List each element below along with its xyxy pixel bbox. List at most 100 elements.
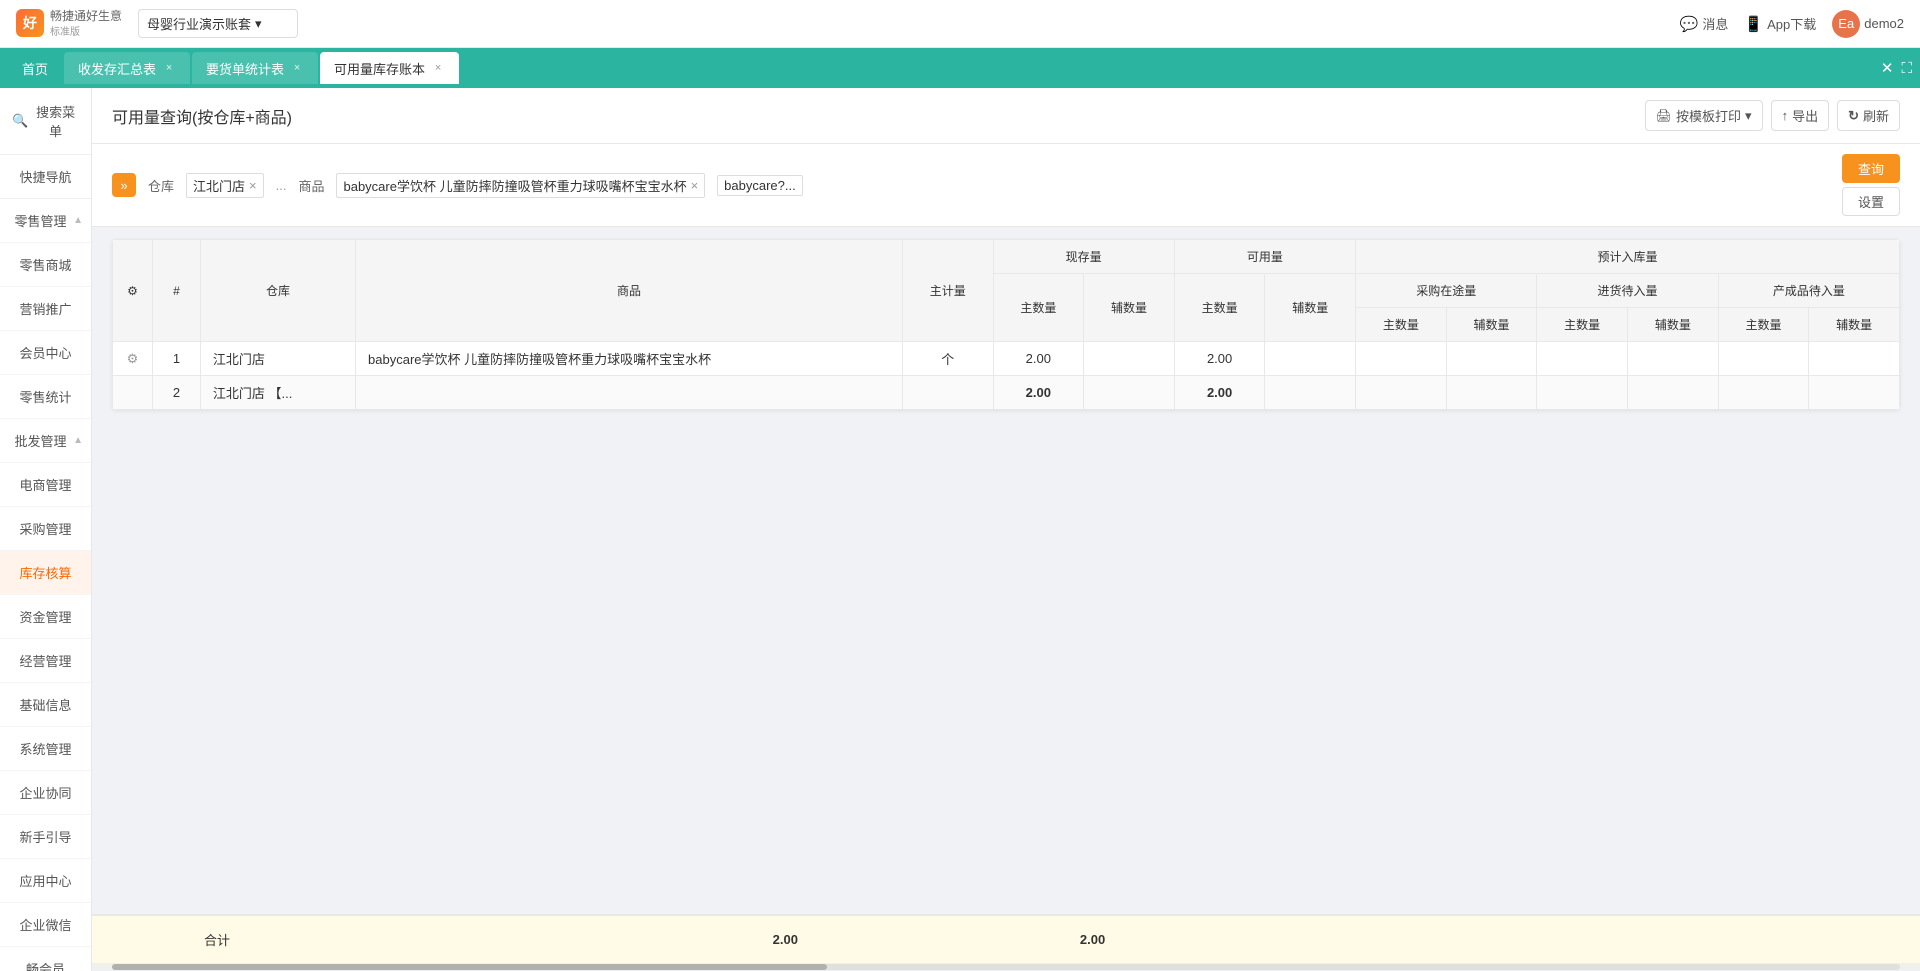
fullscreen-icon[interactable]: ⛶ [1901, 60, 1912, 77]
gear-header: ⚙ [113, 240, 153, 342]
sidebar-item-wholesale[interactable]: 批发管理 ▲ [0, 419, 91, 463]
purchase-aux-header: 辅数量 [1446, 308, 1537, 342]
sidebar-item-app-center[interactable]: 应用中心 [0, 859, 91, 903]
app-download-button[interactable]: App下载 [1744, 14, 1816, 33]
close-window-icon[interactable]: ✕ [1881, 59, 1894, 77]
sidebar-item-marketing[interactable]: 营销推广 [0, 287, 91, 331]
sidebar-search-area: 搜索菜单 [0, 88, 91, 155]
expand-icon: ▲ [73, 435, 83, 446]
tab-available-stock[interactable]: 可用量库存账本 [320, 52, 459, 84]
table-container: ⚙ # 仓库 商品 主计量 现存量 可用量 预计入库量 主数量 辅数量 [112, 239, 1900, 410]
setting-button[interactable]: 设置 [1842, 187, 1900, 216]
tab-label: 要货单统计表 [206, 59, 284, 78]
row-available-aux [1265, 376, 1356, 410]
row-unit [902, 376, 993, 410]
tab-collection-summary[interactable]: 收发存汇总表 [64, 52, 190, 84]
query-button[interactable]: 查询 [1842, 154, 1900, 183]
forecast-header: 预计入库量 [1356, 240, 1900, 274]
logo-icon: 好 [16, 9, 44, 37]
sidebar-item-member-center[interactable]: 会员中心 [0, 331, 91, 375]
company-selector[interactable]: 母婴行业演示账套 [138, 9, 298, 38]
warehouse-tag-close[interactable] [249, 178, 257, 193]
summary-current-aux [889, 924, 990, 955]
sidebar-item-ecommerce[interactable]: 电商管理 [0, 463, 91, 507]
row-available-main: 2.00 [1174, 376, 1265, 410]
purchase-transit-header: 采购在途量 [1356, 274, 1537, 308]
row-purchase-aux [1446, 376, 1537, 410]
tab-home[interactable]: 首页 [8, 59, 62, 78]
tab-close-icon[interactable] [290, 61, 304, 75]
row-index: 2 [153, 376, 201, 410]
table-row: ⚙ 1 江北门店 babycare学饮杯 儿童防摔防撞吸管杯重力球吸嘴杯宝宝水杯… [113, 342, 1900, 376]
sidebar-item-retail-mall[interactable]: 零售商城 [0, 243, 91, 287]
msg-button[interactable]: 消息 [1680, 14, 1729, 33]
sidebar-item-enterprise-wechat[interactable]: 企业微信 [0, 903, 91, 947]
current-aux-header: 辅数量 [1084, 274, 1175, 342]
filter-more-icon[interactable]: ... [276, 178, 287, 193]
sidebar-item-basic-info[interactable]: 基础信息 [0, 683, 91, 727]
user-menu[interactable]: Ea demo2 [1832, 10, 1904, 38]
sidebar-item-finance[interactable]: 资金管理 [0, 595, 91, 639]
tab-label: 收发存汇总表 [78, 59, 156, 78]
row-product [356, 376, 903, 410]
scrollbar-thumb[interactable] [112, 964, 827, 970]
row-incoming-aux [1628, 376, 1719, 410]
sidebar: 搜索菜单 快捷导航 零售管理 ▲ 零售商城 营销推广 会员中心 零售统计 批发管… [0, 88, 92, 971]
tab-controls: ✕ ⛶ [1881, 59, 1920, 77]
summary-col [1397, 924, 1498, 955]
refresh-label: 刷新 [1863, 106, 1889, 125]
sidebar-item-system[interactable]: 系统管理 [0, 727, 91, 771]
msg-label: 消息 [1702, 14, 1728, 33]
incoming-header: 进货待入量 [1537, 274, 1718, 308]
export-button[interactable]: 导出 [1771, 100, 1830, 131]
available-main-header: 主数量 [1174, 274, 1265, 342]
filter-expand-button[interactable]: » [112, 173, 136, 197]
serial-header: # [153, 240, 201, 342]
summary-table: 合计 2.00 2.00 [112, 924, 1900, 955]
quick-nav-button[interactable]: 快捷导航 [8, 161, 83, 192]
current-stock-header: 现存量 [993, 240, 1174, 274]
product-tag-2: babycare?... [717, 175, 803, 196]
row-incoming-aux [1628, 342, 1719, 376]
tab-close-icon[interactable] [431, 61, 445, 75]
tab-close-icon[interactable] [162, 61, 176, 75]
summary-col [1196, 924, 1297, 955]
product-tag-close[interactable] [691, 178, 699, 193]
top-bar-right: 消息 App下载 Ea demo2 [1680, 10, 1904, 38]
row-incoming-main [1537, 342, 1628, 376]
sidebar-item-retail-statistics[interactable]: 零售统计 [0, 375, 91, 419]
search-menu-button[interactable]: 搜索菜单 [8, 98, 83, 144]
product-header: 商品 [356, 240, 903, 342]
horizontal-scrollbar[interactable] [92, 963, 1920, 971]
row-unit: 个 [902, 342, 993, 376]
sidebar-item-inventory[interactable]: 库存核算 [0, 551, 91, 595]
row-current-aux [1084, 376, 1175, 410]
incoming-aux-header: 辅数量 [1628, 308, 1719, 342]
tab-order-statistics[interactable]: 要货单统计表 [192, 52, 318, 84]
expand-icon: » [120, 178, 127, 193]
row-product: babycare学饮杯 儿童防摔防撞吸管杯重力球吸嘴杯宝宝水杯 [356, 342, 903, 376]
sidebar-item-enterprise-collab[interactable]: 企业协同 [0, 771, 91, 815]
refresh-button[interactable]: 刷新 [1837, 100, 1900, 131]
summary-available-main: 2.00 [989, 924, 1196, 955]
main-layout: 搜索菜单 快捷导航 零售管理 ▲ 零售商城 营销推广 会员中心 零售统计 批发管… [0, 88, 1920, 971]
sidebar-item-retail-management[interactable]: 零售管理 ▲ [0, 199, 91, 243]
page-actions: 按模板打印 导出 刷新 [1645, 100, 1901, 131]
row-settings-icon[interactable]: ⚙ [127, 351, 139, 366]
sidebar-item-purchasing[interactable]: 采购管理 [0, 507, 91, 551]
table-row: 2 江北门店 【... 2.00 2.00 [113, 376, 1900, 410]
print-button[interactable]: 按模板打印 [1645, 100, 1763, 131]
sidebar-item-newcomer[interactable]: 新手引导 [0, 815, 91, 859]
user-name: demo2 [1864, 16, 1904, 31]
summary-empty-gear [112, 924, 152, 955]
top-bar: 好 畅捷通好生意 标准版 母婴行业演示账套 消息 App下载 Ea demo2 [0, 0, 1920, 48]
sidebar-item-operations[interactable]: 经营管理 [0, 639, 91, 683]
row-available-main: 2.00 [1174, 342, 1265, 376]
summary-bar: 合计 2.00 2.00 [92, 914, 1920, 963]
data-table: ⚙ # 仓库 商品 主计量 现存量 可用量 预计入库量 主数量 辅数量 [112, 239, 1900, 410]
sidebar-item-member[interactable]: 畅会员 [0, 947, 91, 971]
print-icon [1656, 108, 1673, 124]
summary-empty-product [312, 924, 612, 955]
production-main-header: 主数量 [1718, 308, 1809, 342]
home-tab-label: 首页 [22, 62, 48, 77]
